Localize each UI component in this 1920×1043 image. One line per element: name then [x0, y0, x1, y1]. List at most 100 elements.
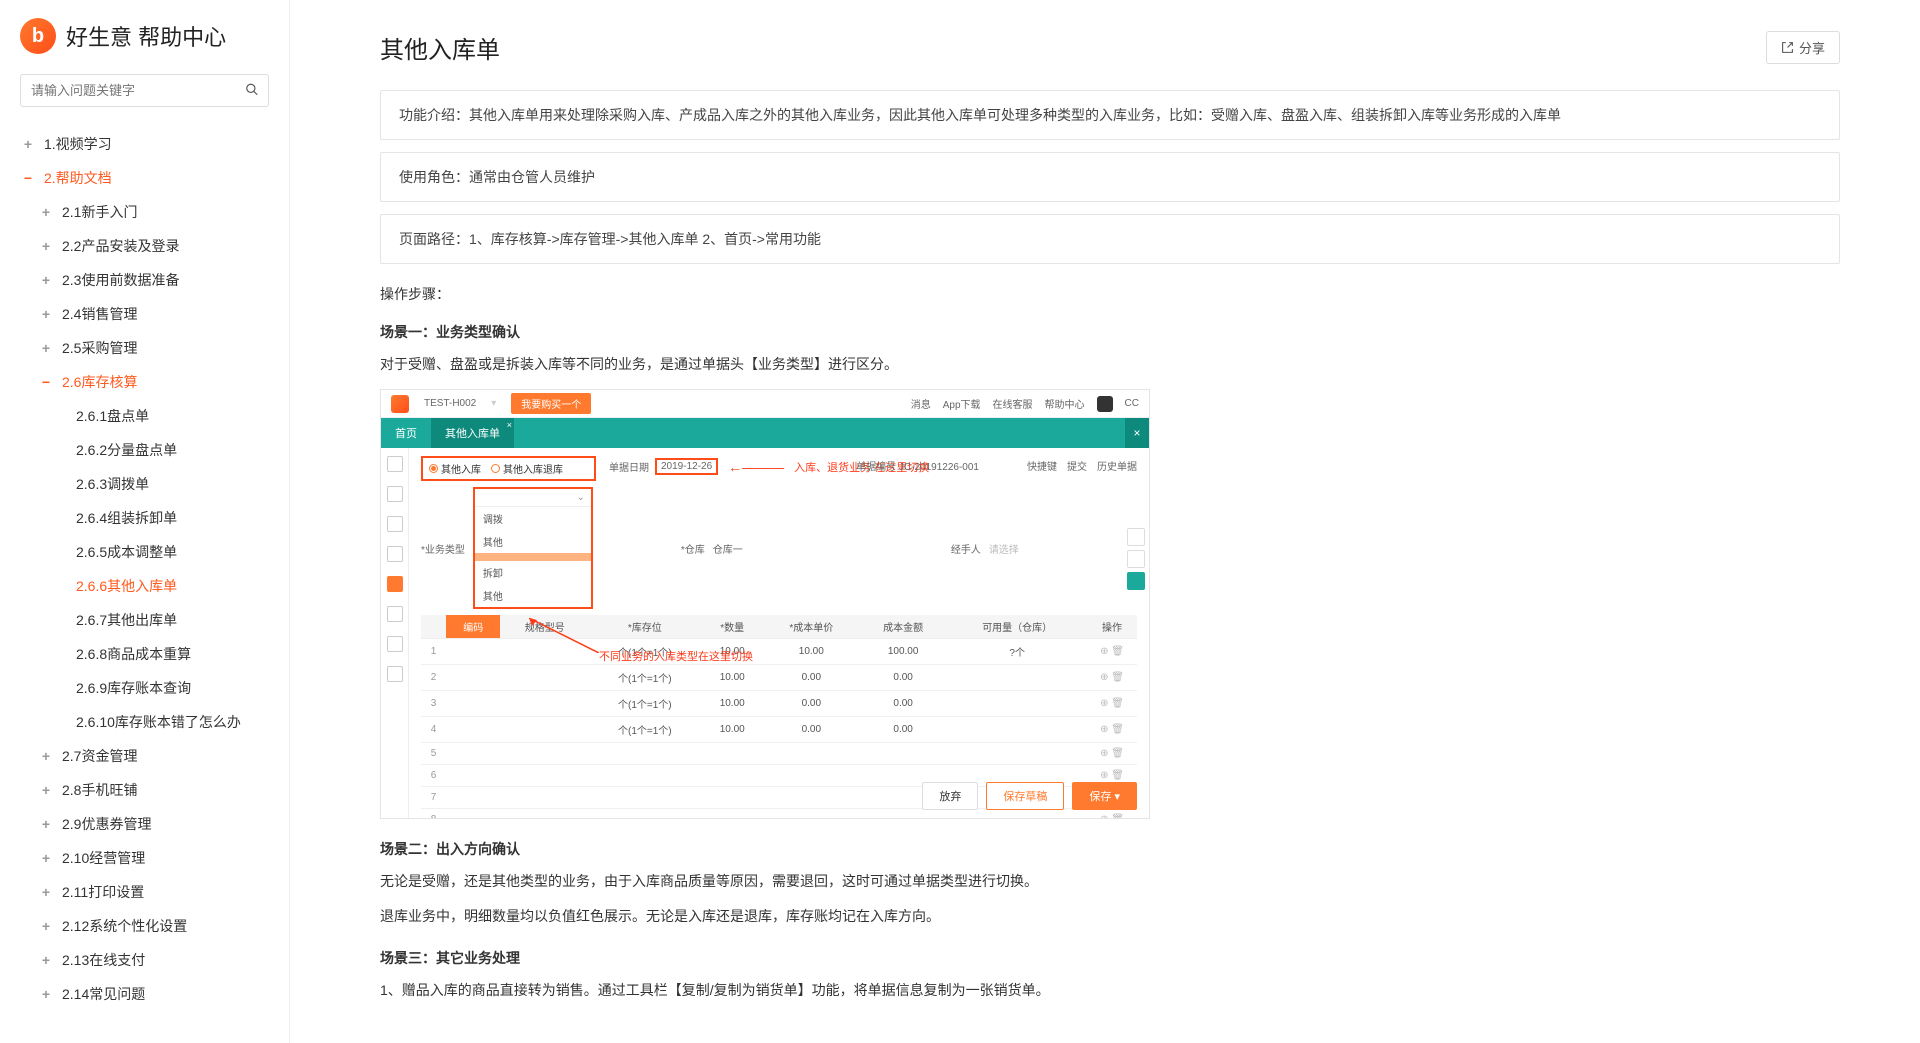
warehouse-label: *仓库	[681, 541, 705, 556]
nav-item-2-3[interactable]: 2.3使用前数据准备	[20, 263, 269, 297]
plus-icon	[38, 918, 54, 934]
logo-text: 好生意 帮助中心	[66, 20, 226, 52]
nav-item-2-6-8[interactable]: 2.6.8商品成本重算	[20, 637, 269, 671]
ss-buy-button: 我要购买一个	[511, 393, 591, 414]
nav-item-2-6-2[interactable]: 2.6.2分量盘点单	[20, 433, 269, 467]
plus-icon	[38, 238, 54, 254]
plus-icon	[38, 884, 54, 900]
scene1-title: 场景一：业务类型确认	[380, 322, 1840, 342]
date-label: 单据日期	[609, 459, 649, 474]
ss-tabs: 首页 其他入库单× ×	[381, 418, 1149, 448]
share-label: 分享	[1799, 38, 1825, 57]
nav-item-docs[interactable]: 2.帮助文档	[20, 161, 269, 195]
ss-doc-type-radio-group: 其他入库 其他入库退库	[421, 456, 596, 481]
ss-body: 其他入库 其他入库退库 单据日期 2019-12-26 ←——— 入库、退货业务…	[409, 448, 1149, 818]
nav-item-2-14[interactable]: 2.14常见问题	[20, 977, 269, 1011]
nav-item-2-6-3[interactable]: 2.6.3调拨单	[20, 467, 269, 501]
plus-icon	[38, 748, 54, 764]
nav-label: 2.7资金管理	[62, 746, 137, 766]
share-button[interactable]: 分享	[1766, 31, 1840, 64]
ss-nav-icon	[387, 666, 403, 682]
nav-label: 2.6.2分量盘点单	[76, 440, 177, 460]
nav-item-2-13[interactable]: 2.13在线支付	[20, 943, 269, 977]
ss-draft-button: 保存草稿	[986, 782, 1064, 810]
save-label: 保存	[1089, 791, 1111, 803]
ss-radio-in: 其他入库	[429, 461, 481, 476]
nav-label: 2.3使用前数据准备	[62, 270, 179, 290]
nav-label: 2.12系统个性化设置	[62, 916, 187, 936]
info-text: 其他入库单用来处理除采购入库、产成品入库之外的其他入库业务，因此其他入库单可处理…	[469, 107, 1561, 123]
minus-icon	[20, 170, 36, 186]
arrow-icon: ←———	[728, 459, 784, 475]
nav-item-2-9[interactable]: 2.9优惠券管理	[20, 807, 269, 841]
search-icon[interactable]	[245, 82, 259, 99]
close-icon: ×	[507, 420, 512, 430]
nav-item-video[interactable]: 1.视频学习	[20, 127, 269, 161]
plus-icon	[38, 986, 54, 1002]
ss-save-button: 保存 ▾	[1072, 782, 1137, 810]
nav-item-2-12[interactable]: 2.12系统个性化设置	[20, 909, 269, 943]
plus-icon	[38, 782, 54, 798]
plus-icon	[38, 340, 54, 356]
nav-label: 2.9优惠券管理	[62, 814, 151, 834]
nav-item-2-6-7[interactable]: 2.6.7其他出库单	[20, 603, 269, 637]
ss-rightbar	[1127, 528, 1149, 590]
minus-icon	[38, 374, 54, 390]
share-icon	[1781, 41, 1794, 54]
main-content: 其他入库单 分享 功能介绍：其他入库单用来处理除采购入库、产成品入库之外的其他入…	[290, 0, 1890, 1043]
page-title: 其他入库单	[380, 30, 500, 65]
nav-item-2-10[interactable]: 2.10经营管理	[20, 841, 269, 875]
nav-label: 2.13在线支付	[62, 950, 145, 970]
nav-label: 2.帮助文档	[44, 168, 112, 188]
info-label: 页面路径：	[399, 231, 469, 247]
dropdown-item: 调拨	[475, 507, 591, 530]
th-amt: 成本金额	[859, 615, 948, 639]
search-input[interactable]	[20, 74, 269, 107]
nav-item-2-6-9[interactable]: 2.6.9库存账本查询	[20, 671, 269, 705]
sidebar: b 好生意 帮助中心 1.视频学习 2.帮助文档 2.1新手入门 2.2产品安装…	[0, 0, 290, 1043]
arrow-icon	[529, 618, 599, 653]
steps-title: 操作步骤：	[380, 284, 1840, 304]
scene2-title: 场景二：出入方向确认	[380, 839, 1840, 859]
table-row: 4个(1个=1个)10.000.000.00⊕ 🗑	[421, 717, 1137, 743]
nav-item-2-2[interactable]: 2.2产品安装及登录	[20, 229, 269, 263]
th-price: *成本单价	[764, 615, 859, 639]
nav-item-2-1[interactable]: 2.1新手入门	[20, 195, 269, 229]
nav-item-2-6-4[interactable]: 2.6.4组装拆卸单	[20, 501, 269, 535]
logo: b 好生意 帮助中心	[20, 18, 269, 54]
plus-icon	[38, 204, 54, 220]
embedded-screenshot: TEST-H002 ▾ 我要购买一个 消息 App下载 在线客服 帮助中心 CC…	[380, 389, 1150, 819]
ss-tool-icon	[1127, 550, 1145, 568]
ss-shortcut: 快捷键	[1027, 458, 1057, 473]
nav-item-2-5[interactable]: 2.5采购管理	[20, 331, 269, 365]
nav-item-2-6-10[interactable]: 2.6.10库存账本错了怎么办	[20, 705, 269, 739]
ss-nav-icon	[387, 546, 403, 562]
nav-item-2-7[interactable]: 2.7资金管理	[20, 739, 269, 773]
ss-tabs-close: ×	[1125, 418, 1149, 448]
nav-item-2-6-1[interactable]: 2.6.1盘点单	[20, 399, 269, 433]
doc-label: 单据编号	[856, 462, 896, 473]
ss-top-help: 帮助中心	[1045, 396, 1085, 411]
ss-top-msg: 消息	[911, 396, 931, 411]
ss-tab-home: 首页	[381, 418, 431, 448]
doc-value: JC-20191226-001	[899, 462, 979, 473]
nav-item-2-6-6[interactable]: 2.6.6其他入库单	[20, 569, 269, 603]
scene2-text1: 无论是受赠，还是其他类型的业务，由于入库商品质量等原因，需要退回，这时可通过单据…	[380, 869, 1840, 894]
dropdown-input: ⌄	[475, 489, 591, 506]
scene3-title: 场景三：其它业务处理	[380, 948, 1840, 968]
info-label: 功能介绍：	[399, 107, 469, 123]
nav-item-2-6[interactable]: 2.6库存核算	[20, 365, 269, 399]
info-text: 1、库存核算->库存管理->其他入库单 2、首页->常用功能	[469, 231, 821, 247]
nav-label: 2.10经营管理	[62, 848, 145, 868]
table-row: 2个(1个=1个)10.000.000.00⊕ 🗑	[421, 665, 1137, 691]
nav-item-2-8[interactable]: 2.8手机旺铺	[20, 773, 269, 807]
nav-label: 2.5采购管理	[62, 338, 137, 358]
nav-label: 2.6库存核算	[62, 372, 137, 392]
ss-user: CC	[1125, 398, 1139, 409]
scene2-text2: 退库业务中，明细数量均以负值红色展示。无论是入库还是退库，库存账均记在入库方向。	[380, 904, 1840, 929]
nav-item-2-11[interactable]: 2.11打印设置	[20, 875, 269, 909]
nav-label: 2.6.7其他出库单	[76, 610, 177, 630]
nav-label: 2.14常见问题	[62, 984, 145, 1004]
nav-item-2-4[interactable]: 2.4销售管理	[20, 297, 269, 331]
nav-item-2-6-5[interactable]: 2.6.5成本调整单	[20, 535, 269, 569]
